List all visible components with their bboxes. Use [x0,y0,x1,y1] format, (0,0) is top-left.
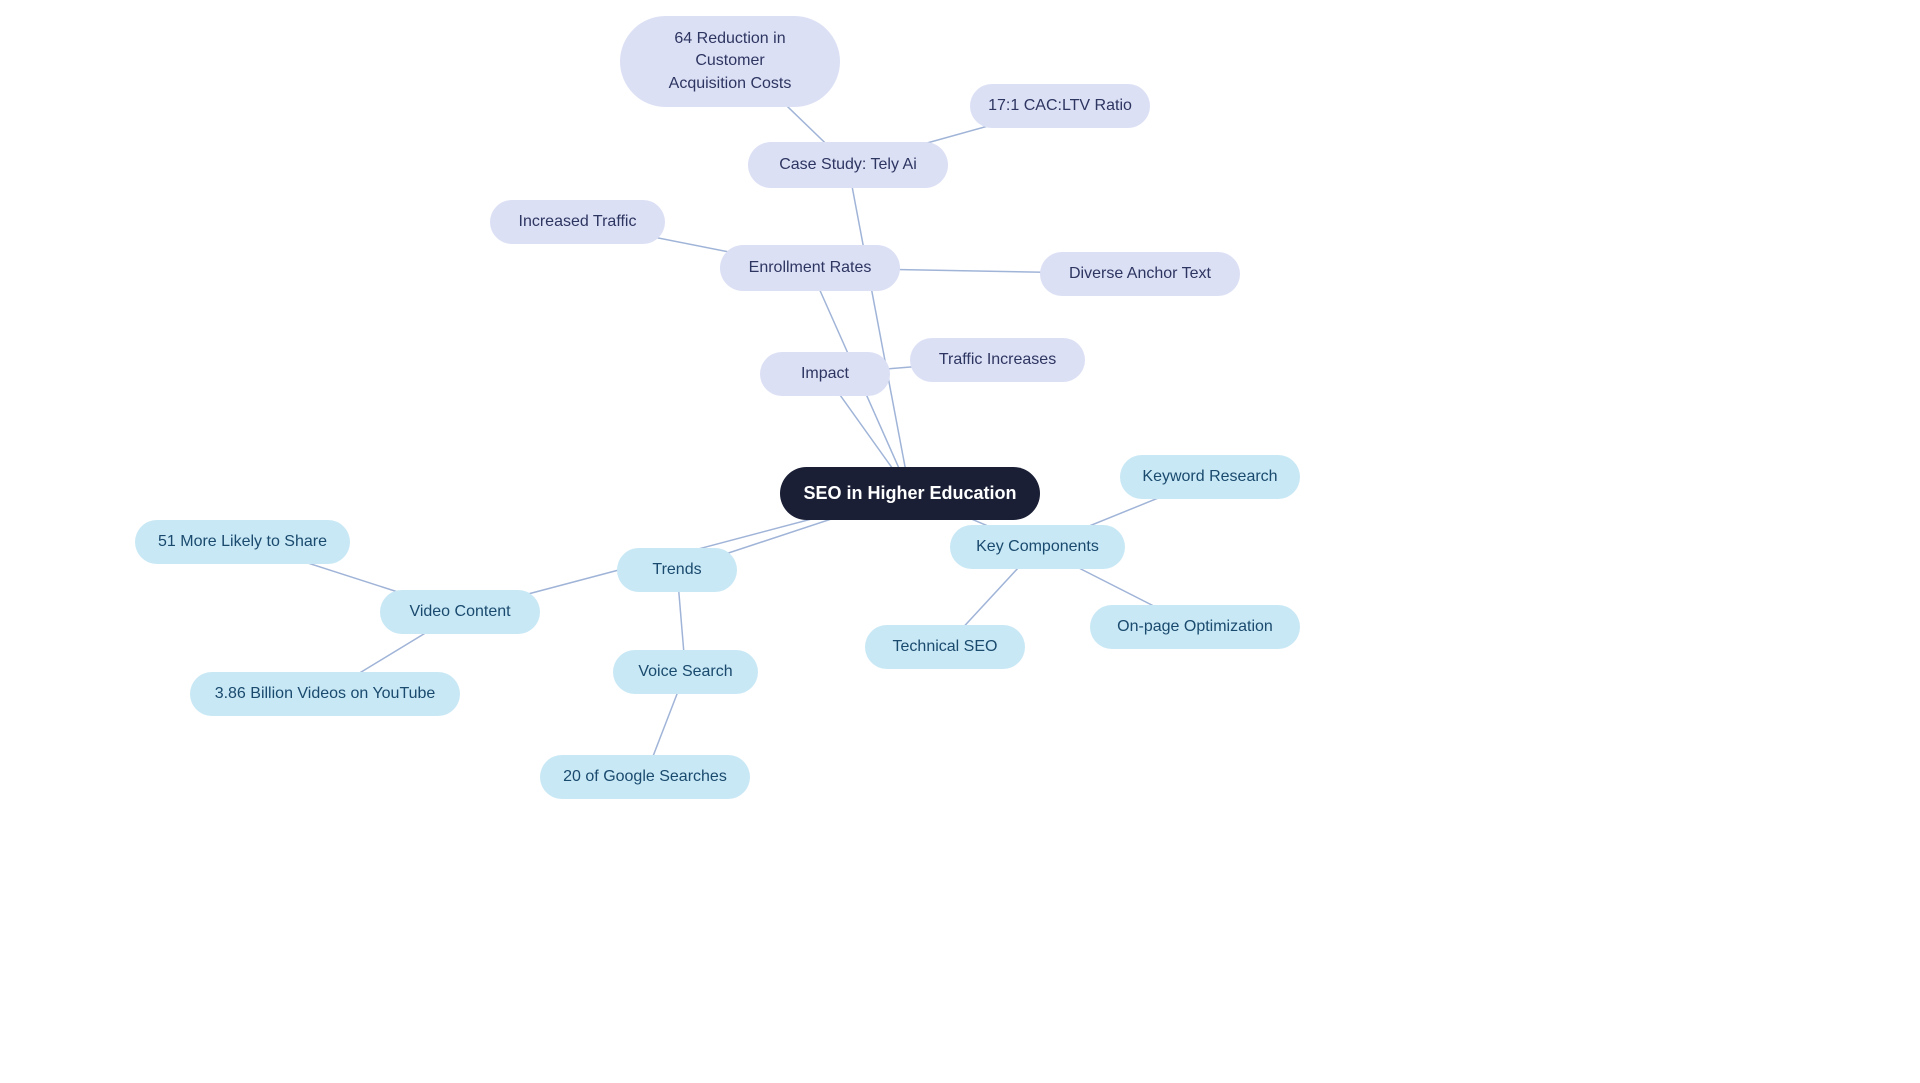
node-case_study: Case Study: Tely Ai [748,142,948,188]
node-impact: Impact [760,352,890,396]
node-enrollment: Enrollment Rates [720,245,900,291]
node-increased_traffic: Increased Traffic [490,200,665,244]
node-center: SEO in Higher Education [780,467,1040,520]
node-keyword_research: Keyword Research [1120,455,1300,499]
node-video_content: Video Content [380,590,540,634]
mindmap-container: SEO in Higher Education Case Study: Tely … [0,0,1920,1083]
node-reduction: 64 Reduction in Customer Acquisition Cos… [620,16,840,107]
node-trends: Trends [617,548,737,592]
node-diverse_anchor: Diverse Anchor Text [1040,252,1240,296]
node-cac_ltv: 17:1 CAC:LTV Ratio [970,84,1150,128]
node-google_searches: 20 of Google Searches [540,755,750,799]
node-key_components: Key Components [950,525,1125,569]
node-traffic_increases: Traffic Increases [910,338,1085,382]
node-voice_search: Voice Search [613,650,758,694]
node-technical_seo: Technical SEO [865,625,1025,669]
node-onpage: On-page Optimization [1090,605,1300,649]
node-billion_videos: 3.86 Billion Videos on YouTube [190,672,460,716]
node-more_likely: 51 More Likely to Share [135,520,350,564]
